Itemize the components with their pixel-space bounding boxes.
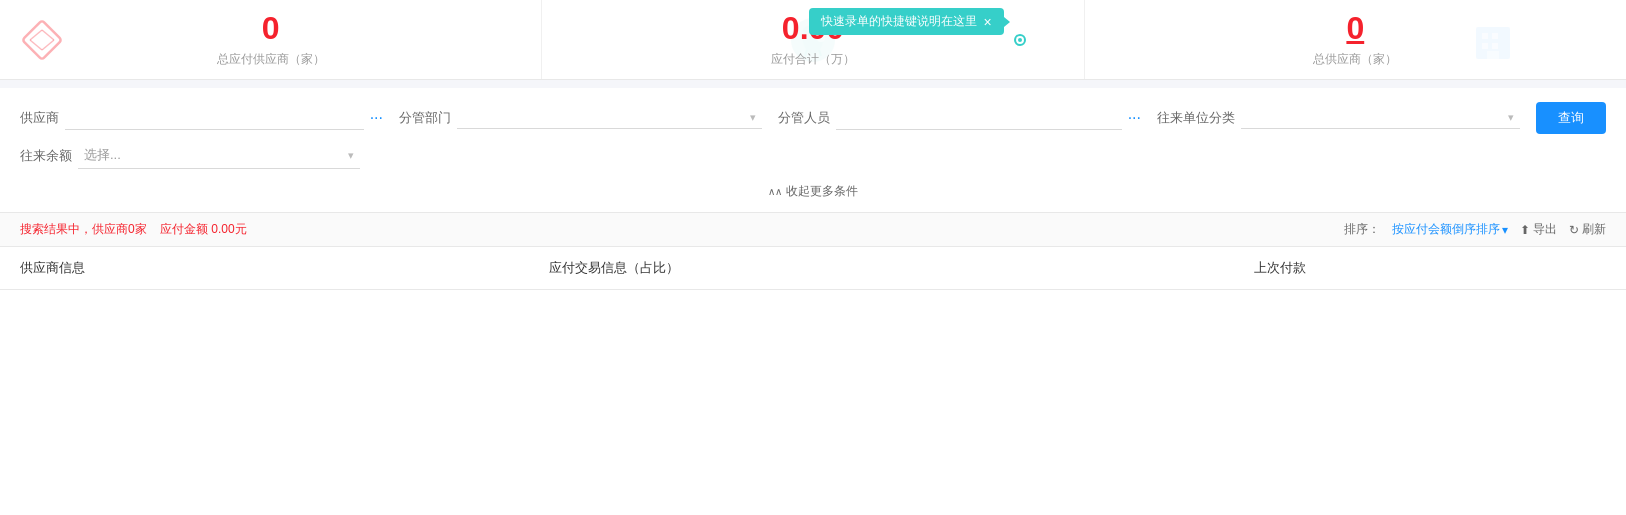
- svg-rect-10: [1492, 33, 1498, 39]
- result-bar: 搜索结果中，供应商0家 应付金额 0.00元 排序： 按应付会额倒序排序 ▾ ⬆…: [0, 213, 1626, 247]
- col-supplier-info: 供应商信息: [20, 259, 549, 277]
- export-button[interactable]: ⬆ 导出: [1520, 221, 1557, 238]
- col-payable-info: 应付交易信息（占比）: [549, 259, 1254, 277]
- filter-department: 分管部门 ▾: [399, 107, 762, 129]
- person-dots[interactable]: ···: [1128, 109, 1141, 127]
- diamond-icon: [20, 18, 64, 62]
- filter-supplier: 供应商 ···: [20, 106, 383, 130]
- refresh-button[interactable]: ↻ 刷新: [1569, 221, 1606, 238]
- svg-rect-13: [1487, 51, 1499, 59]
- svg-rect-0: [22, 20, 62, 60]
- result-amount-text: 应付金额 0.00元: [160, 222, 247, 236]
- table-header: 供应商信息 应付交易信息（占比） 上次付款: [0, 247, 1626, 290]
- tooltip-text: 快速录单的快捷键说明在这里: [821, 13, 977, 30]
- sort-label: 排序：: [1344, 221, 1380, 238]
- result-suppliers-text: 搜索结果中，供应商0家: [20, 222, 147, 236]
- filter-balance: 往来余额 选择... ▾: [20, 142, 360, 169]
- balance-chevron-icon: ▾: [348, 149, 354, 162]
- supplier-dots[interactable]: ···: [370, 109, 383, 127]
- unit-select[interactable]: ▾: [1241, 107, 1520, 129]
- person-input[interactable]: [836, 106, 1122, 130]
- building-icon: [1468, 15, 1518, 65]
- filter-unit: 往来单位分类 ▾: [1157, 107, 1520, 129]
- sort-value: 按应付会额倒序排序: [1392, 221, 1500, 238]
- filter-row-2: 往来余额 选择... ▾: [20, 142, 360, 169]
- svg-rect-9: [1482, 33, 1488, 39]
- collapse-button[interactable]: ∧∧ 收起更多条件: [768, 183, 858, 200]
- stat-payable-total: 快速录单的快捷键说明在这里 × 0.00 应付合计（万）: [542, 0, 1084, 79]
- balance-placeholder: 选择...: [84, 146, 348, 164]
- export-label: 导出: [1533, 221, 1557, 238]
- unit-label: 往来单位分类: [1157, 109, 1235, 127]
- total-suppliers-label: 总供应商（家）: [1313, 51, 1397, 68]
- department-chevron-icon: ▾: [750, 111, 756, 124]
- stats-bar: 0 总应付供应商（家） 快速录单的快捷键说明在这里 × 0.00 应付合计（万）: [0, 0, 1626, 80]
- tooltip-bubble: 快速录单的快捷键说明在这里 ×: [809, 8, 1003, 35]
- result-actions: 排序： 按应付会额倒序排序 ▾ ⬆ 导出 ↻ 刷新: [1344, 221, 1606, 238]
- refresh-icon: ↻: [1569, 223, 1579, 237]
- refresh-label: 刷新: [1582, 221, 1606, 238]
- collapse-up-icon: ∧∧: [768, 186, 782, 197]
- export-icon: ⬆: [1520, 223, 1530, 237]
- payable-suppliers-number: 0: [262, 11, 280, 46]
- total-suppliers-number[interactable]: 0: [1346, 11, 1364, 46]
- payable-total-label: 应付合计（万）: [771, 51, 855, 68]
- tooltip-dot: [1016, 36, 1024, 44]
- balance-select[interactable]: 选择... ▾: [78, 142, 360, 169]
- query-button[interactable]: 查询: [1536, 102, 1606, 134]
- department-label: 分管部门: [399, 109, 451, 127]
- tooltip-close-icon[interactable]: ×: [983, 15, 991, 29]
- table-body: [0, 290, 1626, 515]
- balance-label: 往来余额: [20, 147, 72, 165]
- sort-chevron-icon: ▾: [1502, 223, 1508, 237]
- svg-rect-11: [1482, 43, 1488, 49]
- filter-row-1: 供应商 ··· 分管部门 ▾ 分管人员 ··· 往来单位分类 ▾: [20, 102, 1606, 134]
- supplier-input[interactable]: [65, 106, 364, 130]
- stat-total-suppliers: 0 总供应商（家）: [1085, 0, 1626, 79]
- col-last-payment: 上次付款: [1254, 259, 1606, 277]
- filter-bar: 供应商 ··· 分管部门 ▾ 分管人员 ··· 往来单位分类 ▾: [0, 88, 1626, 213]
- result-info: 搜索结果中，供应商0家 应付金额 0.00元: [20, 221, 247, 238]
- collapse-row: ∧∧ 收起更多条件: [20, 177, 1606, 204]
- payable-suppliers-label: 总应付供应商（家）: [217, 51, 325, 68]
- sort-select[interactable]: 按应付会额倒序排序 ▾: [1392, 221, 1508, 238]
- svg-rect-12: [1492, 43, 1498, 49]
- supplier-label: 供应商: [20, 109, 59, 127]
- department-select[interactable]: ▾: [457, 107, 762, 129]
- person-label: 分管人员: [778, 109, 830, 127]
- collapse-label: 收起更多条件: [786, 183, 858, 200]
- filter-person: 分管人员 ···: [778, 106, 1141, 130]
- stat-payable-suppliers: 0 总应付供应商（家）: [0, 0, 542, 79]
- unit-chevron-icon: ▾: [1508, 111, 1514, 124]
